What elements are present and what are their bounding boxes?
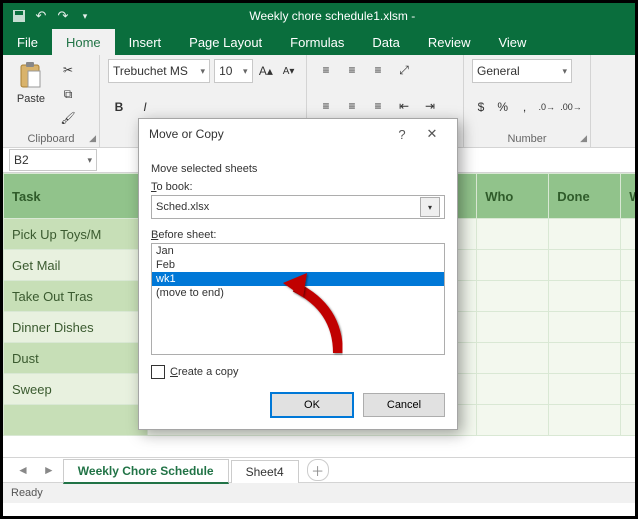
clipboard-launcher-icon[interactable]: ◢ (89, 133, 96, 144)
undo-icon[interactable]: ↶ (33, 8, 49, 24)
sheet-tab[interactable]: Sheet4 (231, 460, 299, 483)
tab-nav-prev-icon[interactable]: ◄ (11, 463, 35, 477)
list-item-selected[interactable]: wk1 (152, 272, 444, 286)
tab-review[interactable]: Review (414, 29, 485, 55)
tab-nav-next-icon[interactable]: ► (37, 463, 61, 477)
sheet-tab-bar: ◄ ► Weekly Chore Schedule Sheet4 ＋ (3, 457, 635, 482)
comma-icon[interactable]: , (516, 96, 534, 118)
font-size-combo[interactable]: 10▾ (214, 59, 252, 83)
group-number-label: Number (472, 131, 582, 145)
help-button[interactable]: ? (387, 127, 417, 142)
align-middle-icon[interactable]: ≡ (341, 59, 363, 81)
checkbox-icon (151, 365, 165, 379)
bold-button[interactable]: B (108, 96, 130, 118)
close-button[interactable]: ✕ (417, 126, 447, 142)
paste-button[interactable]: Paste (11, 59, 51, 105)
before-sheet-label: Before sheet: (151, 229, 445, 241)
redo-icon[interactable]: ↷ (55, 8, 71, 24)
cut-icon[interactable]: ✂ (57, 59, 79, 81)
orientation-icon[interactable]: ⤢ (393, 59, 415, 81)
group-clipboard-label: Clipboard (11, 131, 91, 145)
italic-button[interactable]: I (134, 96, 156, 118)
ribbon-tabs: File Home Insert Page Layout Formulas Da… (3, 29, 635, 55)
align-right-icon[interactable]: ≡ (367, 95, 389, 117)
move-or-copy-dialog: Move or Copy ? ✕ Move selected sheets TT… (138, 118, 458, 430)
tab-view[interactable]: View (484, 29, 540, 55)
create-copy-checkbox[interactable]: Create a copy (151, 365, 445, 379)
tab-file[interactable]: File (3, 29, 52, 55)
cancel-button[interactable]: Cancel (363, 393, 445, 417)
tab-insert[interactable]: Insert (115, 29, 176, 55)
align-top-icon[interactable]: ≡ (315, 59, 337, 81)
chevron-down-icon[interactable]: ▾ (420, 197, 440, 217)
tab-data[interactable]: Data (358, 29, 413, 55)
title-bar: ↶ ↷ ▾ Weekly chore schedule1.xlsm - (3, 3, 635, 29)
indent-inc-icon[interactable]: ⇥ (419, 95, 441, 117)
indent-dec-icon[interactable]: ⇤ (393, 95, 415, 117)
align-center-icon[interactable]: ≡ (341, 95, 363, 117)
window-title: Weekly chore schedule1.xlsm - (249, 9, 415, 23)
ok-button[interactable]: OK (271, 393, 353, 417)
align-bottom-icon[interactable]: ≡ (367, 59, 389, 81)
currency-icon[interactable]: $ (472, 96, 490, 118)
tab-formulas[interactable]: Formulas (276, 29, 358, 55)
format-painter-icon[interactable]: 🖌 (57, 107, 79, 129)
decrease-decimal-icon[interactable]: .00→ (560, 96, 582, 118)
number-format-combo[interactable]: General▾ (472, 59, 572, 83)
list-item[interactable]: Jan (152, 244, 444, 258)
to-book-label: TTo book:o book: (151, 181, 445, 193)
sheet-tab-active[interactable]: Weekly Chore Schedule (63, 459, 229, 484)
before-sheet-listbox[interactable]: Jan Feb wk1 (move to end) (151, 243, 445, 355)
save-icon[interactable] (11, 8, 27, 24)
number-launcher-icon[interactable]: ◢ (580, 133, 587, 144)
tab-home[interactable]: Home (52, 29, 115, 55)
increase-decimal-icon[interactable]: .0→ (537, 96, 556, 118)
move-selected-label: Move selected sheets (151, 163, 445, 175)
font-name-combo[interactable]: Trebuchet MS▾ (108, 59, 210, 83)
new-sheet-button[interactable]: ＋ (307, 459, 329, 481)
copy-icon[interactable]: ⧉ (57, 83, 79, 105)
to-book-combo[interactable]: Sched.xlsx ▾ (151, 195, 445, 219)
increase-font-icon[interactable]: A▴ (257, 60, 276, 82)
name-box[interactable]: B2▾ (9, 149, 97, 171)
decrease-font-icon[interactable]: A▾ (279, 60, 298, 82)
qat-more-icon[interactable]: ▾ (77, 8, 93, 24)
dialog-title: Move or Copy (149, 127, 224, 141)
list-item[interactable]: (move to end) (152, 286, 444, 300)
align-left-icon[interactable]: ≡ (315, 95, 337, 117)
status-bar: Ready (3, 482, 635, 503)
tab-page-layout[interactable]: Page Layout (175, 29, 276, 55)
list-item[interactable]: Feb (152, 258, 444, 272)
percent-icon[interactable]: % (494, 96, 512, 118)
